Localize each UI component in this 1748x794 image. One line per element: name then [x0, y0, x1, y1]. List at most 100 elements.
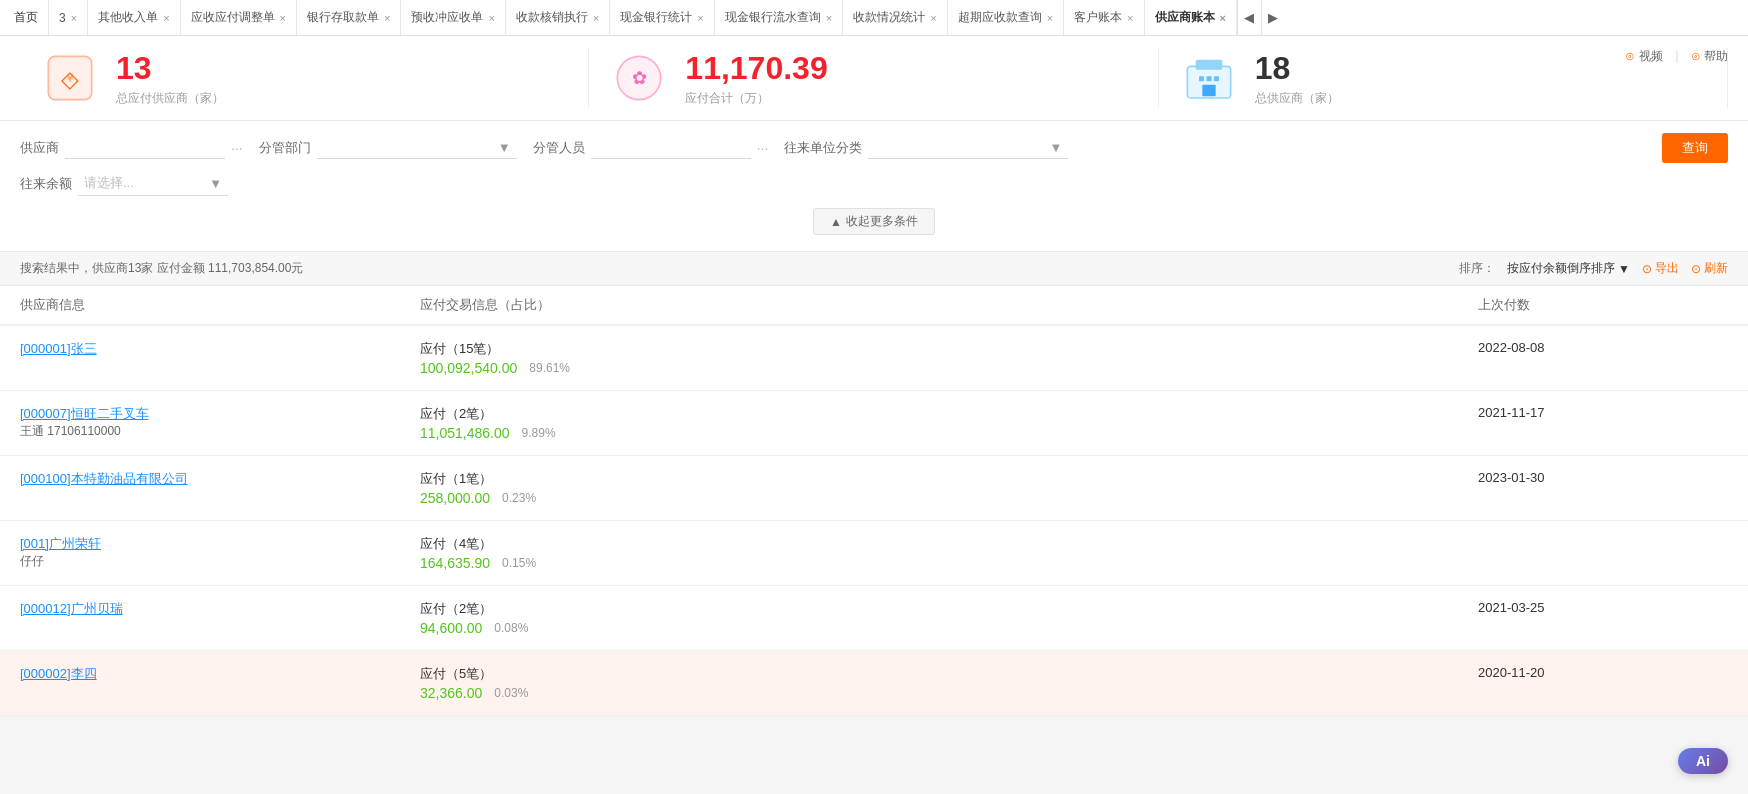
table-row[interactable]: [000007]恒旺二手叉车 王通 17106110000 应付（2笔） 11,…: [0, 391, 1748, 456]
nav-tab-cash-flow-label: 现金银行流水查询: [725, 9, 821, 26]
lastpay-6: 2020-11-20: [1478, 665, 1728, 680]
category-chevron-icon: ▼: [1049, 140, 1062, 155]
stat-info-2: 11,170.39 应付合计（万）: [685, 49, 827, 106]
supplier-info-5: [000012]广州贝瑞: [20, 600, 420, 618]
search-button[interactable]: 查询: [1662, 133, 1728, 163]
header-actions: ⊙ 视频 ｜ ⊙ 帮助: [1625, 48, 1728, 65]
svg-rect-8: [1206, 76, 1211, 81]
top-navigation: 首页 3 × 其他收入单 × 应收应付调整单 × 银行存取款单 × 预收冲应收单…: [0, 0, 1748, 36]
trans-amount-5: 94,600.00: [420, 620, 482, 636]
collapse-button[interactable]: ▲ 收起更多条件: [813, 208, 935, 235]
transaction-info-5: 应付（2笔） 94,600.00 0.08%: [420, 600, 1478, 636]
table-header: 供应商信息 应付交易信息（占比） 上次付数: [0, 286, 1748, 326]
video-link[interactable]: ⊙ 视频: [1625, 48, 1662, 65]
supplier-filter-label: 供应商: [20, 139, 59, 157]
nav-tab-3-close[interactable]: ×: [71, 12, 77, 24]
col-header-transaction: 应付交易信息（占比）: [420, 296, 1478, 314]
supplier-input[interactable]: [65, 137, 225, 159]
stat-label-payable-suppliers: 总应付供应商（家）: [116, 90, 224, 107]
trans-percent-2: 9.89%: [522, 426, 556, 440]
nav-tab-cash-flow-close[interactable]: ×: [826, 12, 832, 24]
refresh-button[interactable]: ⊙ 刷新: [1691, 260, 1728, 277]
nav-tab-supplier-ledger-label: 供应商账本: [1155, 9, 1215, 26]
nav-tab-collection[interactable]: 收款核销执行 ×: [506, 0, 610, 36]
transaction-info-1: 应付（15笔） 100,092,540.00 89.61%: [420, 340, 1478, 376]
circle-icon-help: ⊙: [1691, 49, 1701, 63]
nav-tab-bank-deposit[interactable]: 银行存取款单 ×: [297, 0, 401, 36]
supplier-info-3: [000100]本特勤油品有限公司: [20, 470, 420, 488]
table-row[interactable]: [000012]广州贝瑞 应付（2笔） 94,600.00 0.08% 2021…: [0, 586, 1748, 651]
supplier-link-5[interactable]: [000012]广州贝瑞: [20, 600, 420, 618]
supplier-link-4[interactable]: [001]广州荣轩: [20, 535, 420, 553]
nav-tab-collection-stat[interactable]: 收款情况统计 ×: [843, 0, 947, 36]
nav-tab-3[interactable]: 3 ×: [49, 0, 88, 36]
nav-tab-prepay[interactable]: 预收冲应收单 ×: [401, 0, 505, 36]
svg-text:✿: ✿: [632, 67, 647, 88]
nav-tab-home[interactable]: 首页: [4, 0, 49, 36]
supplier-link-6[interactable]: [000002]李四: [20, 665, 420, 683]
nav-tab-supplier-ledger[interactable]: 供应商账本 ×: [1145, 0, 1237, 36]
supplier-link-1[interactable]: [000001]张三: [20, 340, 420, 358]
last-pay-date-3: 2023-01-30: [1478, 470, 1545, 485]
nav-tab-collection-stat-close[interactable]: ×: [930, 12, 936, 24]
last-pay-date-1: 2022-08-08: [1478, 340, 1545, 355]
nav-tab-cash-bank-stat[interactable]: 现金银行统计 ×: [610, 0, 714, 36]
filter-item-balance: 往来余额 请选择... ▼: [20, 171, 228, 196]
balance-chevron-icon: ▼: [209, 176, 222, 191]
nav-tab-overdue[interactable]: 超期应收款查询 ×: [948, 0, 1064, 36]
table-row[interactable]: [001]广州荣轩 仔仔 应付（4笔） 164,635.90 0.15%: [0, 521, 1748, 586]
sort-value: 按应付余额倒序排序: [1507, 260, 1615, 277]
trans-label-4: 应付（4笔）: [420, 535, 1478, 553]
sort-area: 排序： 按应付余额倒序排序 ▼ ⊙ 导出 ⊙ 刷新: [1459, 260, 1728, 277]
nav-tab-collection-stat-label: 收款情况统计: [853, 9, 925, 26]
nav-tab-bank-deposit-close[interactable]: ×: [384, 12, 390, 24]
supplier-sub-4: 仔仔: [20, 554, 44, 568]
export-button[interactable]: ⊙ 导出: [1642, 260, 1679, 277]
last-pay-date-2: 2021-11-17: [1478, 405, 1545, 420]
table-row[interactable]: [000002]李四 应付（5笔） 32,366.00 0.03% 2020-1…: [0, 651, 1748, 716]
nav-tab-supplier-ledger-close[interactable]: ×: [1220, 12, 1226, 24]
transaction-info-3: 应付（1笔） 258,000.00 0.23%: [420, 470, 1478, 506]
filter-item-supplier: 供应商 ···: [20, 137, 243, 159]
lastpay-3: 2023-01-30: [1478, 470, 1728, 485]
balance-placeholder: 请选择...: [84, 174, 205, 192]
table-row[interactable]: [000100]本特勤油品有限公司 应付（1笔） 258,000.00 0.23…: [0, 456, 1748, 521]
nav-prev-arrow[interactable]: ◀: [1237, 0, 1261, 36]
nav-tab-cash-bank-stat-close[interactable]: ×: [697, 12, 703, 24]
nav-tab-other-income-close[interactable]: ×: [163, 12, 169, 24]
nav-tab-other-income[interactable]: 其他收入单 ×: [88, 0, 180, 36]
filter-item-dept: 分管部门 ▼: [259, 137, 517, 159]
nav-tab-3-label: 3: [59, 11, 66, 25]
help-link[interactable]: ⊙ 帮助: [1691, 48, 1728, 65]
sort-select[interactable]: 按应付余额倒序排序 ▼: [1507, 260, 1630, 277]
nav-next-arrow[interactable]: ▶: [1261, 0, 1285, 36]
nav-tab-customer-ledger[interactable]: 客户账本 ×: [1064, 0, 1144, 36]
table-row[interactable]: [000001]张三 应付（15笔） 100,092,540.00 89.61%…: [0, 326, 1748, 391]
nav-tab-overdue-close[interactable]: ×: [1047, 12, 1053, 24]
nav-tab-customer-ledger-close[interactable]: ×: [1127, 12, 1133, 24]
person-input[interactable]: [591, 137, 751, 159]
nav-tab-prepay-label: 预收冲应收单: [411, 9, 483, 26]
nav-tab-collection-close[interactable]: ×: [593, 12, 599, 24]
person-dots[interactable]: ···: [757, 140, 769, 156]
dept-chevron-icon: ▼: [498, 140, 511, 155]
supplier-link-2[interactable]: [000007]恒旺二手叉车: [20, 405, 420, 423]
trans-percent-4: 0.15%: [502, 556, 536, 570]
balance-select[interactable]: 请选择... ▼: [78, 171, 228, 196]
nav-tab-prepay-close[interactable]: ×: [488, 12, 494, 24]
stat-label-payable-total: 应付合计（万）: [685, 90, 827, 107]
nav-tab-overdue-label: 超期应收款查询: [958, 9, 1042, 26]
export-label: 导出: [1655, 260, 1679, 277]
export-circle-icon: ⊙: [1642, 262, 1652, 276]
dept-select[interactable]: ▼: [317, 137, 517, 159]
supplier-dots[interactable]: ···: [231, 140, 243, 156]
stat-number-total-suppliers: 18: [1255, 49, 1339, 87]
nav-tab-ar-ap-adjust[interactable]: 应收应付调整单 ×: [181, 0, 297, 36]
supplier-link-3[interactable]: [000100]本特勤油品有限公司: [20, 470, 420, 488]
trans-label-5: 应付（2笔）: [420, 600, 1478, 618]
category-select[interactable]: ▼: [868, 137, 1068, 159]
col-header-supplier: 供应商信息: [20, 296, 420, 314]
nav-tab-ar-ap-adjust-close[interactable]: ×: [280, 12, 286, 24]
nav-tab-cash-flow[interactable]: 现金银行流水查询 ×: [715, 0, 843, 36]
filter-item-category: 往来单位分类 ▼: [784, 137, 1068, 159]
